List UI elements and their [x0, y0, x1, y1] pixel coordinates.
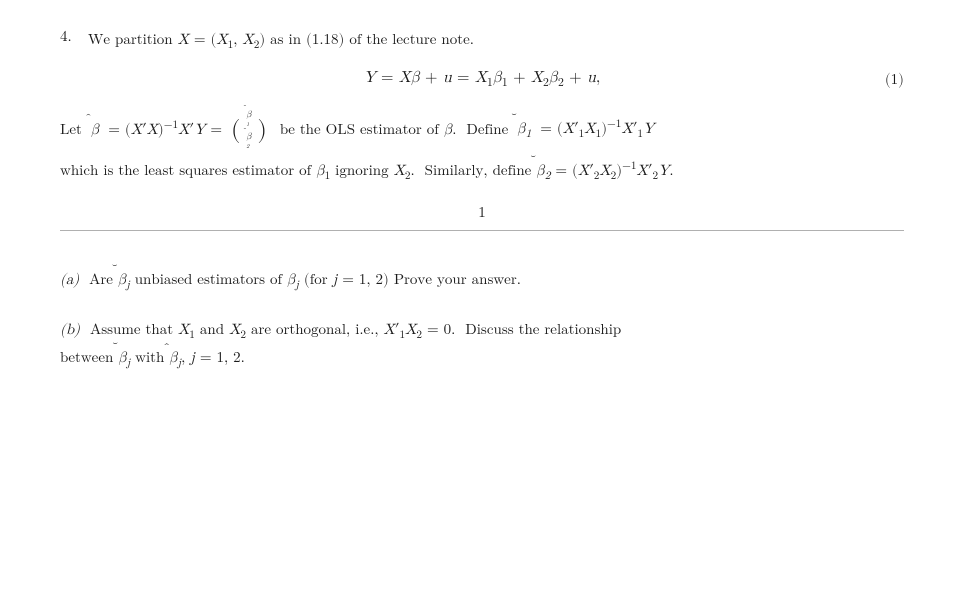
part-a-label: (a): [60, 272, 79, 287]
page-number: 1: [60, 204, 904, 222]
problem-intro: We partition X = (X1, X2) as in (1.18) o…: [88, 28, 474, 55]
equation-content: Y = Xβ + u = X1β1 + X2β2 + u,: [364, 70, 601, 86]
problem-header: 4. We partition X = (X1, X2) as in (1.18…: [60, 28, 904, 55]
matrix-entries: β̂1 β̂2: [244, 108, 253, 153]
page-container: 4. We partition X = (X1, X2) as in (1.18…: [0, 0, 964, 603]
part-b: (b) Assume that X1 and X2 are orthogonal…: [60, 317, 904, 373]
let-line: Let β̂ = (X′X)−1X′Y = ( β̂1 β̂2 ) be the…: [60, 108, 904, 153]
part-a: (a) Are β̆j unbiased estimators of βj (f…: [60, 267, 904, 295]
and-text: and: [200, 322, 224, 337]
beta-breve-1: β̆1: [517, 114, 531, 147]
which-line: which is the least squares estimator of …: [60, 157, 904, 186]
part-b-label: (b): [60, 322, 80, 337]
matrix-open: (: [231, 118, 240, 142]
problem-number: 4.: [60, 28, 80, 46]
beta-hat: β̂: [91, 115, 99, 145]
beta-breve-2: β̆2: [536, 163, 550, 178]
lower-section: (a) Are β̆j unbiased estimators of βj (f…: [60, 231, 904, 393]
equation-number: (1): [885, 71, 904, 89]
let-text: Let: [60, 115, 87, 145]
matrix-close: ): [258, 118, 267, 142]
equation-1: Y = Xβ + u = X1β1 + X2β2 + u, (1): [60, 69, 904, 90]
